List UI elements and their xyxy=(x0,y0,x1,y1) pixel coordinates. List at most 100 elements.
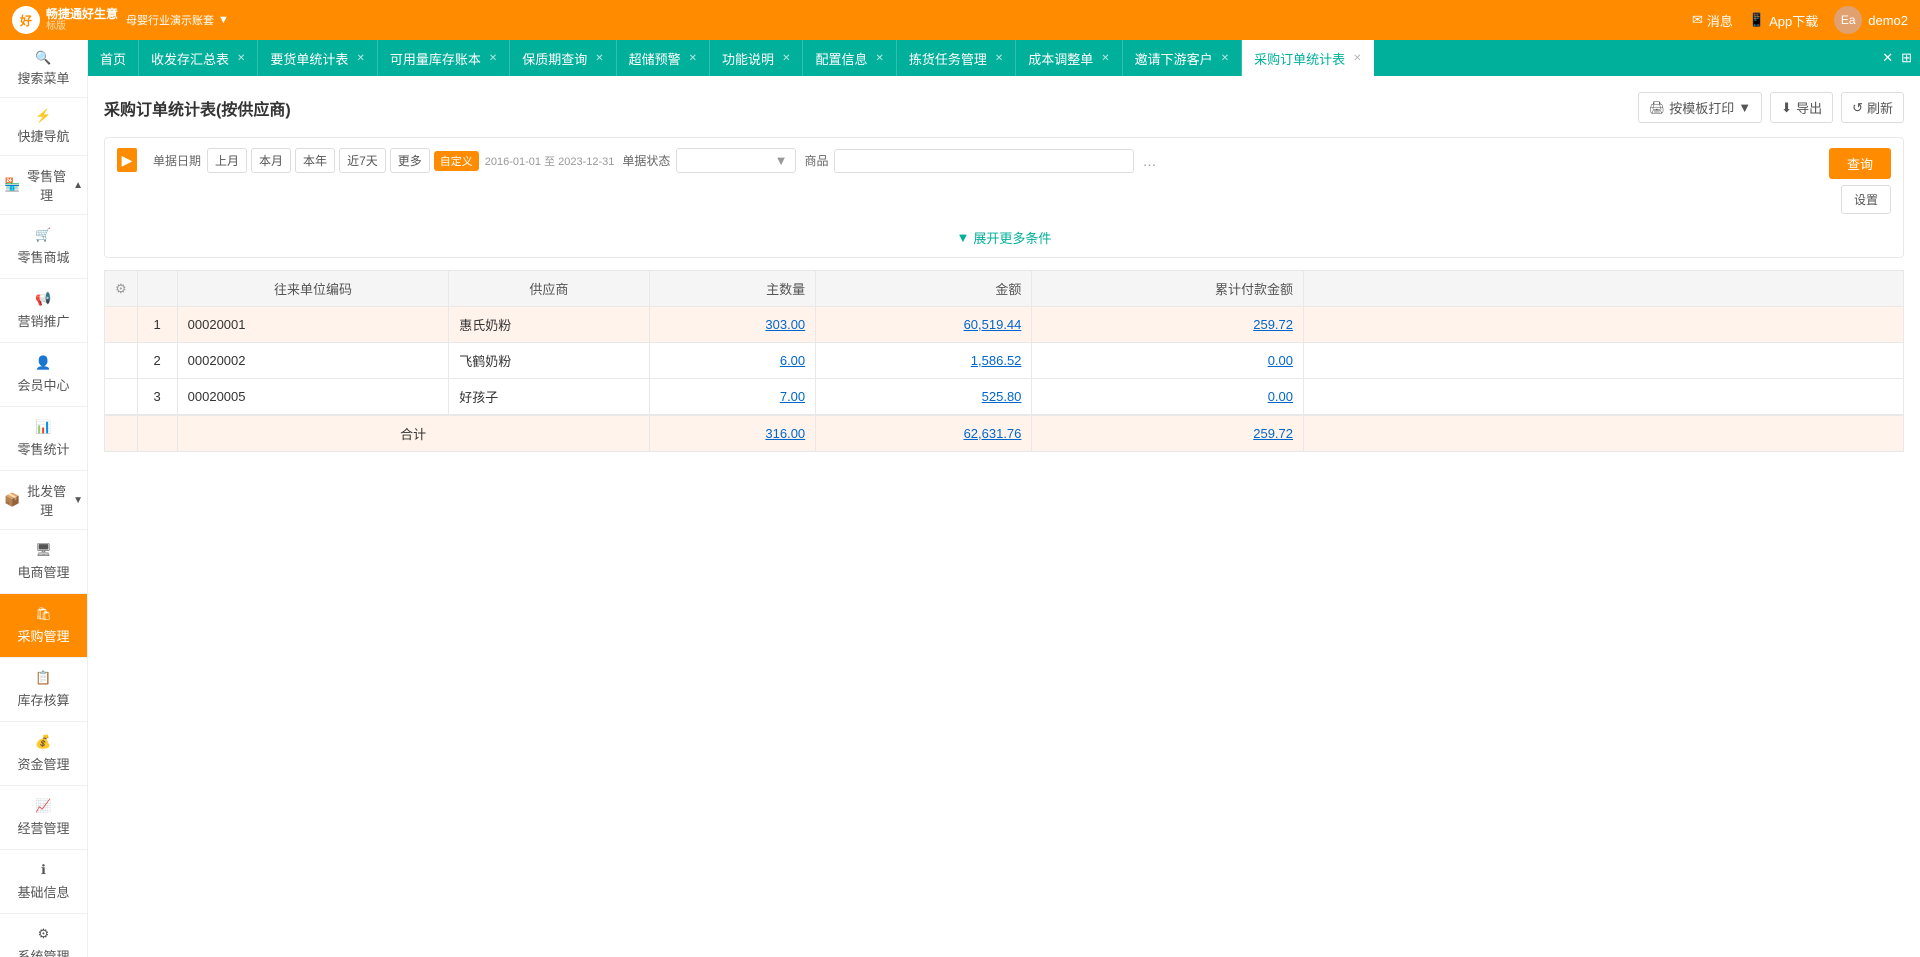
row1-quantity[interactable]: 303.00 xyxy=(649,307,816,343)
message-icon: ✉ xyxy=(1692,12,1703,28)
sidebar-item-basic-info[interactable]: ℹ 基础信息 xyxy=(0,850,87,914)
row1-no: 1 xyxy=(137,307,177,343)
refresh-btn[interactable]: ↺ 刷新 xyxy=(1841,92,1904,123)
print-btn[interactable]: 🖨 按模板打印 ▼ xyxy=(1638,92,1762,123)
tab-home[interactable]: 首页 xyxy=(88,40,139,76)
sidebar-item-marketing[interactable]: 📢 营销推广 xyxy=(0,279,87,343)
tab-available-stock[interactable]: 可用量库存账本 ✕ xyxy=(378,40,510,76)
filter-toggle-btn[interactable]: ▶ xyxy=(117,148,137,172)
row1-amount[interactable]: 60,519.44 xyxy=(816,307,1032,343)
total-label: 合计 xyxy=(177,415,649,452)
date-btn-this-month[interactable]: 本月 xyxy=(251,148,291,173)
expand-more-btn[interactable]: ▼ 展开更多条件 xyxy=(957,228,1052,247)
tab-pick-task[interactable]: 拣货任务管理 ✕ xyxy=(897,40,1016,76)
setting-btn[interactable]: 设置 xyxy=(1841,185,1891,214)
app-download-btn[interactable]: 📱 App下载 xyxy=(1749,11,1818,30)
sidebar-item-quick-nav[interactable]: ⚡ 快捷导航 xyxy=(0,98,87,156)
sidebar-item-retail-stats[interactable]: 📊 零售统计 xyxy=(0,407,87,471)
tab-home-label: 首页 xyxy=(100,49,126,68)
tab-overstock-warning[interactable]: 超储预警 ✕ xyxy=(617,40,710,76)
message-btn[interactable]: ✉ 消息 xyxy=(1692,11,1733,30)
row3-amount[interactable]: 525.80 xyxy=(816,379,1032,416)
maximize-btn[interactable]: ⊞ xyxy=(1901,50,1912,66)
tab-stock-summary[interactable]: 收发存汇总表 ✕ xyxy=(139,40,258,76)
date-filter-group: 单据日期 上月 本月 本年 近7天 更多 自定义 2016-01-01 至 20… xyxy=(153,148,614,173)
sidebar-item-search[interactable]: 🔍 搜索菜单 xyxy=(0,40,87,98)
print-dropdown-arrow: ▼ xyxy=(1738,100,1751,115)
tab-overstock-warning-close[interactable]: ✕ xyxy=(689,53,697,64)
workspace-selector[interactable]: 母婴行业演示账套 ▼ xyxy=(126,12,229,28)
row2-quantity[interactable]: 6.00 xyxy=(649,343,816,379)
user-area[interactable]: Ea demo2 xyxy=(1834,6,1908,34)
tab-available-stock-close[interactable]: ✕ xyxy=(489,53,497,64)
sidebar-item-system-mgmt[interactable]: ⚙ 系统管理 xyxy=(0,914,87,957)
username: demo2 xyxy=(1868,13,1908,28)
sidebar-item-inventory[interactable]: 📋 库存核算 xyxy=(0,658,87,722)
operations-label: 经营管理 xyxy=(17,818,69,837)
logo-area: 好 畅捷通好生意 标版 xyxy=(12,6,118,34)
col-settings-icon[interactable]: ⚙ xyxy=(115,281,127,296)
col-settings[interactable]: ⚙ xyxy=(105,271,138,307)
query-actions: 查询 设置 xyxy=(1829,148,1891,214)
total-no xyxy=(137,415,177,452)
inventory-icon: 📋 xyxy=(35,670,51,686)
status-select[interactable]: ▼ xyxy=(676,148,796,173)
sidebar-item-ecommerce[interactable]: 🖥 电商管理 xyxy=(0,530,87,594)
export-btn[interactable]: ⬇ 导出 xyxy=(1770,92,1833,123)
wholesale-mgmt-arrow: ▼ xyxy=(73,495,83,506)
tab-stock-summary-close[interactable]: ✕ xyxy=(237,53,245,64)
date-btn-last-month[interactable]: 上月 xyxy=(207,148,247,173)
sidebar-item-wholesale-mgmt[interactable]: 📦 批发管理 ▼ xyxy=(0,471,87,530)
row1-settings[interactable] xyxy=(105,307,138,343)
tab-order-stats[interactable]: 要货单统计表 ✕ xyxy=(258,40,377,76)
close-tab-btn[interactable]: ✕ xyxy=(1882,50,1893,66)
date-shortcuts: 上月 本月 本年 近7天 更多 自定义 xyxy=(207,148,479,173)
sidebar-item-finance[interactable]: 💰 资金管理 xyxy=(0,722,87,786)
tab-function-desc-close[interactable]: ✕ xyxy=(782,53,790,64)
sidebar-item-member-center[interactable]: 👤 会员中心 xyxy=(0,343,87,407)
tab-purchase-order-stats[interactable]: 采购订单统计表 ✕ xyxy=(1242,40,1374,76)
tab-pick-task-close[interactable]: ✕ xyxy=(995,53,1003,64)
row2-settings[interactable] xyxy=(105,343,138,379)
total-quantity: 316.00 xyxy=(649,415,816,452)
tab-cost-adjust-close[interactable]: ✕ xyxy=(1101,53,1109,64)
row3-paid-amount[interactable]: 0.00 xyxy=(1032,379,1304,416)
sidebar-item-purchase-mgmt[interactable]: 🛍 采购管理 xyxy=(0,594,87,658)
row3-quantity[interactable]: 7.00 xyxy=(649,379,816,416)
retail-mgmt-label: 零售管理 xyxy=(22,166,71,204)
retail-shop-icon: 🛒 xyxy=(35,227,51,243)
sidebar-item-retail-shop[interactable]: 🛒 零售商城 xyxy=(0,215,87,279)
date-btn-this-year[interactable]: 本年 xyxy=(295,148,335,173)
avatar: Ea xyxy=(1834,6,1862,34)
date-btn-7days[interactable]: 近7天 xyxy=(339,148,386,173)
tab-function-desc[interactable]: 功能说明 ✕ xyxy=(710,40,803,76)
tab-order-stats-close[interactable]: ✕ xyxy=(356,53,364,64)
row3-supplier-name: 好孩子 xyxy=(449,379,649,416)
tab-invite-customer-close[interactable]: ✕ xyxy=(1221,53,1229,64)
tab-expiry-query-close[interactable]: ✕ xyxy=(595,53,603,64)
expand-down-icon: ▼ xyxy=(957,230,970,245)
tab-expiry-query[interactable]: 保质期查询 ✕ xyxy=(510,40,616,76)
date-btn-more[interactable]: 更多 xyxy=(390,148,430,173)
goods-ellipsis-btn[interactable]: … xyxy=(1138,153,1160,169)
row1-supplier-name: 惠氏奶粉 xyxy=(449,307,649,343)
sidebar-item-operations[interactable]: 📈 经营管理 xyxy=(0,786,87,850)
tab-config-info-close[interactable]: ✕ xyxy=(875,53,883,64)
marketing-label: 营销推广 xyxy=(17,311,69,330)
tab-stock-summary-label: 收发存汇总表 xyxy=(151,49,229,68)
tab-cost-adjust[interactable]: 成本调整单 ✕ xyxy=(1016,40,1122,76)
sidebar-item-retail-mgmt[interactable]: 🏪 零售管理 ▲ xyxy=(0,156,87,215)
query-btn[interactable]: 查询 xyxy=(1829,148,1891,179)
row1-paid-amount[interactable]: 259.72 xyxy=(1032,307,1304,343)
system-mgmt-icon: ⚙ xyxy=(38,926,50,942)
goods-input[interactable] xyxy=(834,149,1134,173)
tab-invite-customer[interactable]: 邀请下游客户 ✕ xyxy=(1123,40,1242,76)
date-custom-badge: 自定义 xyxy=(434,151,479,171)
tab-config-info[interactable]: 配置信息 ✕ xyxy=(803,40,896,76)
tab-purchase-order-stats-close[interactable]: ✕ xyxy=(1353,53,1361,64)
row3-extra xyxy=(1304,379,1904,416)
row2-amount[interactable]: 1,586.52 xyxy=(816,343,1032,379)
refresh-label: 刷新 xyxy=(1867,98,1893,117)
row2-paid-amount[interactable]: 0.00 xyxy=(1032,343,1304,379)
row3-settings[interactable] xyxy=(105,379,138,416)
